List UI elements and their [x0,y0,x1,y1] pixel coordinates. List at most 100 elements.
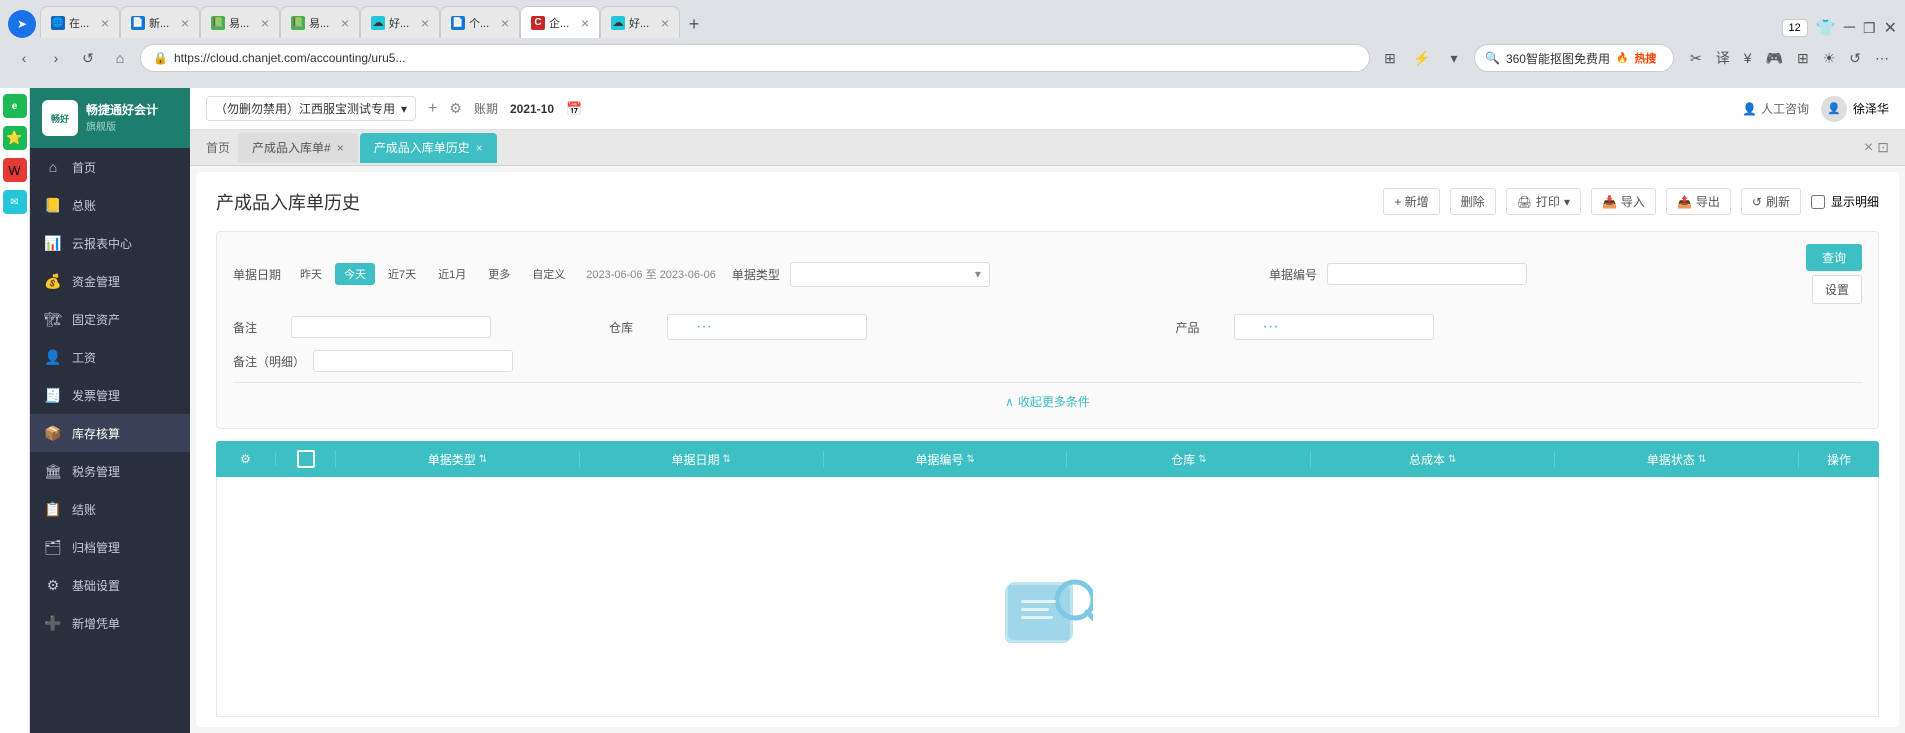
sidebar-item-settings[interactable]: ⚙ 基础设置 [30,566,190,604]
strip-icon-1[interactable]: ⭐ [3,126,27,150]
yuan-icon[interactable]: ¥ [1740,48,1756,68]
sidebar-item-reports[interactable]: 📊 云报表中心 [30,224,190,262]
add-button[interactable]: + 新增 [1383,188,1439,215]
product-select[interactable]: ··· [1234,314,1434,340]
settings-gear-icon[interactable]: ⚙ [449,100,462,117]
table-settings-icon[interactable]: ⚙ [240,452,251,466]
th-voucher-no[interactable]: 单据编号 ⇅ [824,451,1068,468]
detail-remark-input[interactable] [313,350,513,372]
page-tab-history[interactable]: 产成品入库单历史 × [360,133,497,163]
strip-icon-3[interactable]: ✉ [3,190,27,214]
dropdown-button[interactable]: ▾ [1442,46,1466,70]
strip-logo[interactable]: e [3,94,27,118]
collapse-button[interactable]: ∧ 收起更多条件 [233,387,1862,416]
refresh-button[interactable]: ↺ [76,46,100,70]
ellipsis-icon[interactable]: ⋯ [1871,48,1893,69]
th-voucher-type[interactable]: 单据类型 ⇅ [336,451,580,468]
tab-3[interactable]: 📗 易... × [200,6,280,38]
sidebar-item-inventory[interactable]: 📦 库存核算 [30,414,190,452]
tab-6[interactable]: 📄 个... × [440,6,520,38]
header-checkbox[interactable] [297,450,315,468]
sidebar-item-home[interactable]: ⌂ 首页 [30,148,190,186]
warehouse-select[interactable]: ··· [667,314,867,340]
close-window-icon[interactable]: ✕ [1884,18,1897,38]
expand-icon[interactable]: ⊡ [1877,139,1889,156]
minimize-icon[interactable]: ─ [1844,19,1855,37]
tab-4-close[interactable]: × [341,15,349,31]
sidebar-item-checkout[interactable]: 📋 结账 [30,490,190,528]
product-dots-icon[interactable]: ··· [1259,318,1283,336]
tab-1-close[interactable]: × [101,15,109,31]
tab-7[interactable]: C 企... × [520,6,600,38]
address-input[interactable]: 🔒 https://cloud.chanjet.com/accounting/u… [140,44,1370,72]
show-detail-checkbox[interactable] [1811,195,1825,209]
new-tab-button[interactable]: + [680,10,708,38]
strip-icon-2[interactable]: W [3,158,27,182]
tab-1[interactable]: 🌐 在... × [40,6,120,38]
add-company-button[interactable]: + [428,100,437,118]
sidebar-item-payroll[interactable]: 👤 工资 [30,338,190,376]
warehouse-dots-icon[interactable]: ··· [692,318,716,336]
company-selector[interactable]: （勿删勿禁用）江西服宝测试专用 ▾ [206,96,416,121]
last-month-opt[interactable]: 近1月 [429,263,475,285]
sidebar-item-new-bill[interactable]: ➕ 新增凭单 [30,604,190,642]
sun-icon[interactable]: ☀ [1819,48,1840,69]
more-opt[interactable]: 更多 [479,263,519,285]
query-button[interactable]: 查询 [1806,244,1862,271]
tab-4[interactable]: 📗 易... × [280,6,360,38]
voucher-type-select[interactable]: ▾ [790,262,990,287]
tab-3-close[interactable]: × [261,15,269,31]
remark-input[interactable] [291,316,491,338]
delete-button[interactable]: 删除 [1450,188,1496,215]
grid-view-icon[interactable]: ⊞ [1793,48,1813,69]
home-button[interactable]: ⌂ [108,46,132,70]
tab-2-close[interactable]: × [181,15,189,31]
export-button[interactable]: 📤 导出 [1666,188,1731,215]
translate-icon[interactable]: 译 [1712,46,1734,70]
search-box[interactable]: 🔍 360智能抠图免费用 🔥 热搜 [1474,44,1674,72]
customer-service-button[interactable]: 👤 人工咨询 [1742,100,1809,117]
extensions-button[interactable]: ⊞ [1378,46,1402,70]
tab-5-close[interactable]: × [421,15,429,31]
history-tab-close-icon[interactable]: × [476,141,483,155]
filter-settings-button[interactable]: 设置 [1812,275,1862,304]
tab-5[interactable]: ☁ 好... × [360,6,440,38]
scissors-icon[interactable]: ✂ [1686,48,1706,69]
sidebar-item-archive[interactable]: 🗂 归档管理 [30,528,190,566]
th-total-cost[interactable]: 总成本 ⇅ [1311,451,1555,468]
lightning-button[interactable]: ⚡ [1410,46,1434,70]
sidebar-item-ledger[interactable]: 📒 总账 [30,186,190,224]
th-voucher-date[interactable]: 单据日期 ⇅ [580,451,824,468]
breadcrumb-home[interactable]: 首页 [206,139,230,156]
last7-opt[interactable]: 近7天 [379,263,425,285]
sidebar-item-funds[interactable]: 💰 资金管理 [30,262,190,300]
calendar-icon[interactable]: 📅 [566,101,582,117]
list-tab-close-icon[interactable]: × [337,141,344,155]
tab-8-close[interactable]: × [661,15,669,31]
th-warehouse[interactable]: 仓库 ⇅ [1067,451,1311,468]
forward-button[interactable]: › [44,46,68,70]
tab-7-close[interactable]: × [581,15,589,31]
back-button[interactable]: ‹ [12,46,36,70]
import-button[interactable]: 📥 导入 [1591,188,1656,215]
page-tab-list[interactable]: 产成品入库单# × [238,133,358,163]
th-settings[interactable]: ⚙ [216,452,276,466]
sidebar-item-invoice[interactable]: 🧾 发票管理 [30,376,190,414]
show-detail-toggle[interactable]: 显示明细 [1811,193,1879,210]
custom-opt[interactable]: 自定义 [523,263,574,285]
sidebar-item-tax[interactable]: 🏛 税务管理 [30,452,190,490]
sidebar-item-assets[interactable]: 🏗 固定资产 [30,300,190,338]
th-voucher-status[interactable]: 单据状态 ⇅ [1555,451,1799,468]
tab-2[interactable]: 📄 新... × [120,6,200,38]
print-button[interactable]: 🖨 打印 ▾ [1506,188,1581,215]
tab-8[interactable]: ☁ 好... × [600,6,680,38]
close-page-icon[interactable]: × [1864,139,1873,157]
tab-6-close[interactable]: × [501,15,509,31]
refresh-button[interactable]: ↺ 刷新 [1741,188,1801,215]
restore-icon[interactable]: ❐ [1863,20,1876,37]
cycle-icon[interactable]: ↺ [1845,48,1865,69]
voucher-no-input[interactable] [1327,263,1527,285]
yesterday-opt[interactable]: 昨天 [291,263,331,285]
game-icon[interactable]: 🎮 [1762,48,1787,69]
today-opt[interactable]: 今天 [335,263,375,285]
